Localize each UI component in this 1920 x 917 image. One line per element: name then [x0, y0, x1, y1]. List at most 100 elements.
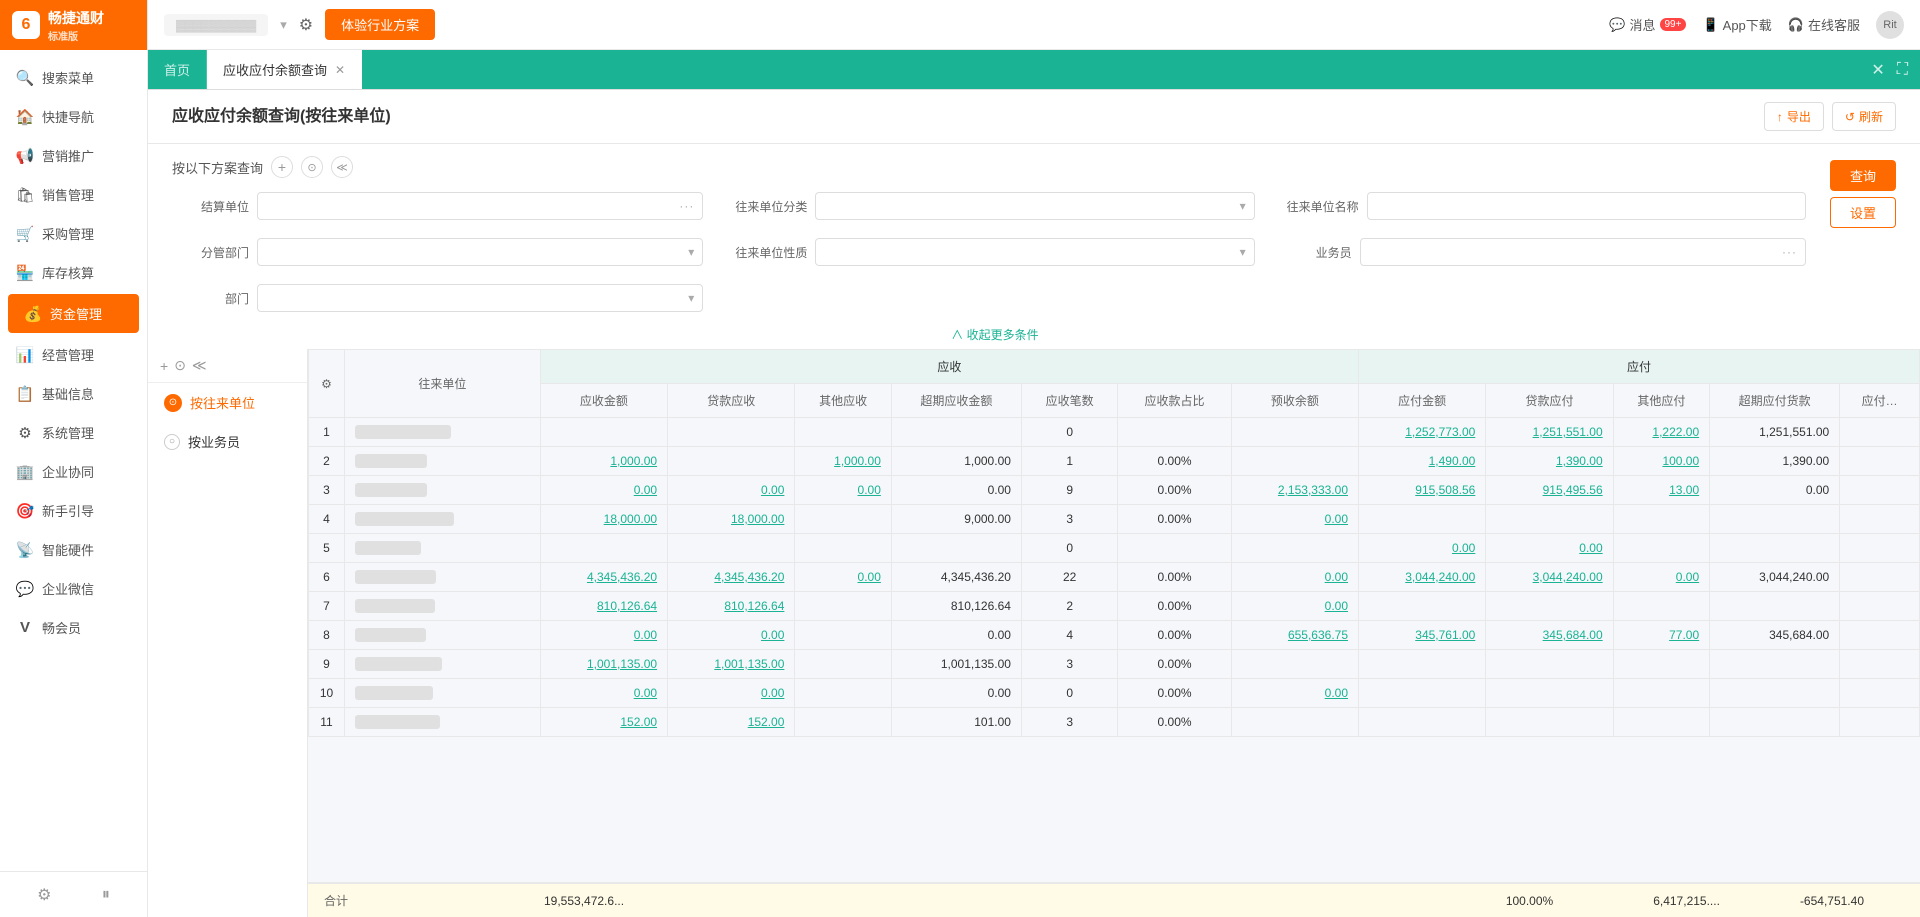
sidebar-item-label: 搜索菜单: [42, 68, 94, 87]
filter-jiesuandanwei: 结算单位 ···: [172, 188, 715, 224]
export-button[interactable]: ↑ 导出: [1764, 102, 1824, 131]
th-ap-group: 应付: [1359, 350, 1920, 384]
sidebar-item-label: 系统管理: [42, 423, 94, 442]
filter-unit-nature: 往来单位性质 ▾: [723, 234, 1266, 270]
pause-footer-icon[interactable]: ⏸: [98, 882, 114, 908]
sidebar-item-enterprise[interactable]: 🏢 企业协同: [0, 452, 147, 491]
filter-input-nature[interactable]: ▾: [815, 238, 1254, 266]
lqp-title-bar: + ⊙ ≪: [148, 349, 307, 383]
filter-input-sales[interactable]: ···: [1360, 238, 1806, 266]
sidebar-item-search[interactable]: 🔍 搜索菜单: [0, 58, 147, 97]
sidebar-item-member[interactable]: V 畅会员: [0, 608, 147, 647]
lqp-item-by-unit[interactable]: ⊙ 按往来单位: [148, 383, 307, 422]
breadcrumb: ▓▓▓▓▓▓▓▓▓▓: [164, 14, 268, 36]
footer-label: 合计: [324, 892, 384, 909]
sidebar-item-smart-hw[interactable]: 📡 智能硬件: [0, 530, 147, 569]
refresh-button[interactable]: ↺ 刷新: [1832, 102, 1896, 131]
promo-button[interactable]: 体验行业方案: [325, 9, 435, 40]
lqp-add-icon[interactable]: +: [160, 358, 168, 374]
app-download-button[interactable]: 📱 App下载: [1702, 15, 1771, 34]
unit-cell: [345, 621, 541, 650]
sidebar-item-operation[interactable]: 📊 经营管理: [0, 335, 147, 374]
unit-cell: [345, 447, 541, 476]
unit-cell: [345, 650, 541, 679]
lqp-dot-icon: ⊙: [164, 394, 182, 412]
sidebar-item-quick-nav[interactable]: 🏠 快捷导航: [0, 97, 147, 136]
header-settings-icon[interactable]: ⚙: [299, 15, 313, 35]
filter-input-un[interactable]: [1367, 192, 1806, 220]
sidebar-footer: ⚙ ⏸: [0, 871, 147, 917]
export-icon: ↑: [1777, 110, 1783, 124]
sidebar-item-inventory[interactable]: 🏪 库存核算: [0, 253, 147, 292]
filter-collapse-icon[interactable]: ≪: [331, 156, 353, 178]
service-icon: 🎧: [1788, 17, 1804, 33]
tab-ar-query[interactable]: 应收应付余额查询 ✕: [207, 50, 362, 89]
footer-ar-ratio: 100.00%: [1506, 894, 1553, 908]
collapse-filter-button[interactable]: ∧ 收起更多条件: [172, 320, 1818, 349]
sidebar-item-sales[interactable]: 🛍 销售管理: [0, 175, 147, 214]
th-ar-overdue: 超期应收金额: [891, 384, 1021, 418]
close-window-icon[interactable]: ✕: [1871, 60, 1884, 80]
th-ap-overdue: 超期应付货款: [1710, 384, 1840, 418]
sidebar: 6 畅捷通财 标准版 🔍 搜索菜单 🏠 快捷导航 📢 营销推广 🛍 销售管理 🛒…: [0, 0, 148, 917]
sidebar-item-system[interactable]: ⚙ 系统管理: [0, 413, 147, 452]
lqp-item-by-salesperson[interactable]: ○ 按业务员: [148, 422, 307, 461]
tab-close-icon[interactable]: ✕: [335, 63, 345, 77]
main-layout: + ⊙ ≪ ⊙ 按往来单位 ○ 按业务员: [148, 349, 1920, 917]
lqp-collapse-icon[interactable]: ≪: [192, 357, 207, 374]
unit-cell: [345, 708, 541, 737]
tab-home[interactable]: 首页: [148, 50, 207, 89]
sidebar-item-label: 营销推广: [42, 146, 94, 165]
sidebar-item-marketing[interactable]: 📢 营销推广: [0, 136, 147, 175]
filter-salesperson: 业务员 ···: [1275, 234, 1818, 270]
top-header: ▓▓▓▓▓▓▓▓▓▓ ▾ ⚙ 体验行业方案 💬 消息 99+ 📱 App下载 🎧…: [148, 0, 1920, 50]
unit-cell: [345, 418, 541, 447]
main-content: ▓▓▓▓▓▓▓▓▓▓ ▾ ⚙ 体验行业方案 💬 消息 99+ 📱 App下载 🎧…: [148, 0, 1920, 917]
logo-icon: 6: [12, 11, 40, 39]
sidebar-item-basic-info[interactable]: 📋 基础信息: [0, 374, 147, 413]
filter-unit-name: 往来单位名称: [1275, 188, 1818, 224]
filter-input-uc[interactable]: ▾: [815, 192, 1254, 220]
unit-cell: [345, 563, 541, 592]
marketing-icon: 📢: [16, 147, 34, 165]
refresh-icon: ↺: [1845, 110, 1855, 124]
lqp-item-label: 按往来单位: [190, 393, 255, 412]
sidebar-item-guide[interactable]: 🎯 新手引导: [0, 491, 147, 530]
table-row: 5 00.000.00: [309, 534, 1920, 563]
tab-home-label: 首页: [164, 60, 190, 79]
th-unit: 往来单位: [345, 350, 541, 418]
table-gear-icon[interactable]: ⚙: [321, 377, 332, 391]
table-row: 8 0.000.000.0040.00%655,636.75345,761.00…: [309, 621, 1920, 650]
filter-label-nature: 往来单位性质: [735, 244, 807, 261]
filter-input-dept[interactable]: ▾: [257, 238, 703, 266]
lqp-item-label: 按业务员: [188, 432, 240, 451]
finance-icon: 💰: [24, 305, 42, 323]
lqp-settings-icon[interactable]: ⊙: [174, 357, 186, 374]
filter-input-jsdw[interactable]: ···: [257, 192, 703, 220]
user-avatar[interactable]: Rit: [1876, 11, 1904, 39]
unit-cell: [345, 679, 541, 708]
sidebar-item-label: 采购管理: [42, 224, 94, 243]
setting-button[interactable]: 设置: [1830, 197, 1896, 228]
table-row: 2 1,000.001,000.001,000.0010.00%1,490.00…: [309, 447, 1920, 476]
table-row: 1 01,252,773.001,251,551.001,222.001,251…: [309, 418, 1920, 447]
chevron-down-icon[interactable]: ▾: [280, 17, 287, 33]
sidebar-item-finance[interactable]: 💰 资金管理: [8, 294, 139, 333]
th-gear[interactable]: ⚙: [309, 350, 345, 418]
page-header-actions: ↑ 导出 ↺ 刷新: [1764, 102, 1896, 143]
th-ar-group: 应收: [540, 350, 1358, 384]
table-row: 6 4,345,436.204,345,436.200.004,345,436.…: [309, 563, 1920, 592]
sidebar-item-purchase[interactable]: 🛒 采购管理: [0, 214, 147, 253]
filter-input-maindept[interactable]: ▾: [257, 284, 703, 312]
footer-ar-prepay: 6,417,215....: [1653, 894, 1720, 908]
filter-add-button[interactable]: +: [271, 156, 293, 178]
online-service-button[interactable]: 🎧 在线客服: [1788, 15, 1860, 34]
message-button[interactable]: 💬 消息 99+: [1609, 15, 1686, 34]
query-button[interactable]: 查询: [1830, 160, 1896, 191]
settings-footer-icon[interactable]: ⚙: [33, 881, 55, 909]
search-icon: 🔍: [16, 69, 34, 87]
maximize-icon[interactable]: ⛶: [1897, 61, 1908, 79]
filter-settings-icon[interactable]: ⊙: [301, 156, 323, 178]
chevron-up-icon: ∧: [951, 328, 963, 342]
sidebar-item-wechat[interactable]: 💬 企业微信: [0, 569, 147, 608]
